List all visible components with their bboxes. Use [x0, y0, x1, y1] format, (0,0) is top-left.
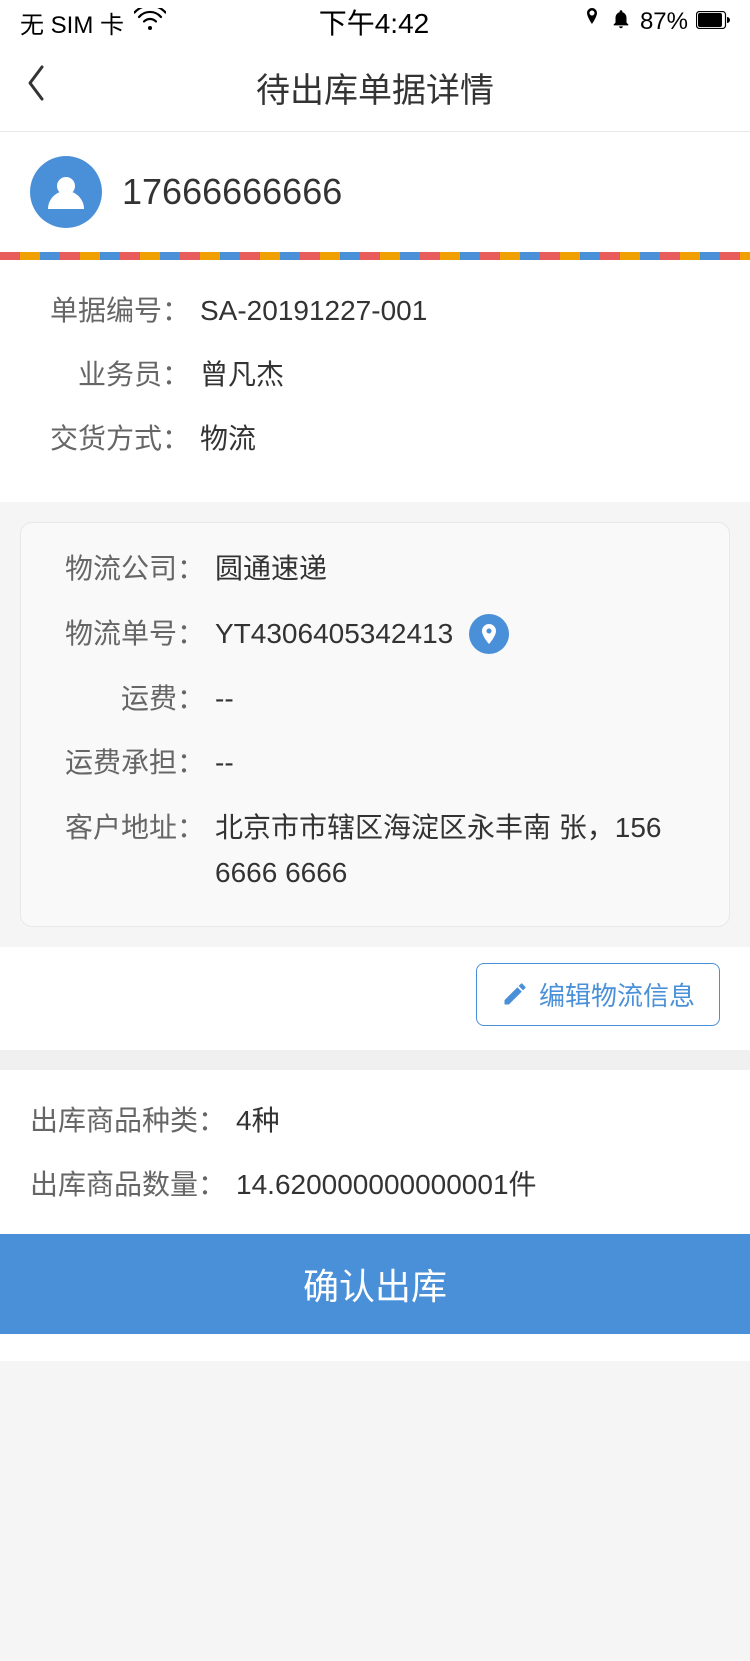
address-row: 客户地址： 北京市市辖区海淀区永丰南 张，156 6666 6666	[45, 806, 705, 896]
goods-quantity-value: 14.620000000000001件	[226, 1164, 720, 1206]
nav-bar: 待出库单据详情	[0, 44, 750, 132]
dashed-divider	[0, 252, 750, 260]
wifi-icon	[134, 8, 166, 36]
status-time: 下午4:42	[319, 2, 430, 42]
carrier-text: 无 SIM 卡	[20, 5, 124, 40]
user-section: 17666666666	[0, 132, 750, 252]
page-title: 待出库单据详情	[256, 63, 494, 112]
delivery-method-row: 交货方式： 物流	[30, 418, 720, 460]
edit-logistics-button[interactable]: 编辑物流信息	[476, 963, 720, 1026]
sales-person-value: 曾凡杰	[190, 354, 720, 396]
document-number-value: SA-20191227-001	[190, 290, 720, 332]
edit-btn-row: 编辑物流信息	[0, 947, 750, 1050]
goods-type-row: 出库商品种类： 4种	[30, 1100, 720, 1142]
freight-value: --	[205, 677, 705, 722]
address-label: 客户地址：	[45, 806, 205, 851]
tracking-number: YT4306405342413	[215, 612, 453, 657]
user-phone: 17666666666	[122, 171, 342, 213]
freight-bearer-value: --	[205, 741, 705, 786]
basic-info-section: 单据编号： SA-20191227-001 业务员： 曾凡杰 交货方式： 物流	[0, 260, 750, 502]
goods-quantity-label: 出库商品数量：	[30, 1164, 226, 1206]
document-number-label: 单据编号：	[30, 290, 190, 332]
logistics-company-value: 圆通速递	[205, 547, 705, 592]
tracking-row: 物流单号： YT4306405342413	[45, 612, 705, 657]
status-left: 无 SIM 卡	[20, 5, 166, 40]
battery-icon	[696, 8, 730, 36]
freight-row: 运费： --	[45, 677, 705, 722]
address-value: 北京市市辖区海淀区永丰南 张，156 6666 6666	[205, 806, 705, 896]
freight-label: 运费：	[45, 677, 205, 722]
bottom-spacer	[0, 1361, 750, 1561]
goods-section: 出库商品种类： 4种 出库商品数量： 14.620000000000001件	[0, 1070, 750, 1248]
location-service-icon	[582, 8, 602, 37]
freight-bearer-row: 运费承担： --	[45, 741, 705, 786]
confirm-label: 确认出库	[303, 1258, 447, 1310]
sales-person-label: 业务员：	[30, 354, 190, 396]
tracking-label: 物流单号：	[45, 612, 205, 657]
confirm-button[interactable]: 确认出库	[0, 1234, 750, 1334]
goods-type-label: 出库商品种类：	[30, 1100, 226, 1142]
sales-person-row: 业务员： 曾凡杰	[30, 354, 720, 396]
delivery-method-label: 交货方式：	[30, 418, 190, 460]
battery-text: 87%	[640, 8, 688, 36]
document-number-row: 单据编号： SA-20191227-001	[30, 290, 720, 332]
goods-type-value: 4种	[226, 1100, 720, 1142]
section-divider	[0, 1050, 750, 1070]
edit-logistics-label: 编辑物流信息	[539, 976, 695, 1013]
map-location-icon[interactable]	[469, 614, 509, 654]
logistics-company-label: 物流公司：	[45, 547, 205, 592]
back-button[interactable]	[24, 63, 48, 112]
alarm-icon	[610, 8, 632, 37]
goods-quantity-row: 出库商品数量： 14.620000000000001件	[30, 1164, 720, 1206]
status-bar: 无 SIM 卡 下午4:42 87%	[0, 0, 750, 44]
delivery-method-value: 物流	[190, 418, 720, 460]
logistics-company-row: 物流公司： 圆通速递	[45, 547, 705, 592]
tracking-value: YT4306405342413	[205, 612, 705, 657]
freight-bearer-label: 运费承担：	[45, 741, 205, 786]
status-right: 87%	[582, 8, 730, 37]
logistics-card: 物流公司： 圆通速递 物流单号： YT4306405342413 运费： -- …	[20, 522, 730, 927]
avatar	[30, 156, 102, 228]
